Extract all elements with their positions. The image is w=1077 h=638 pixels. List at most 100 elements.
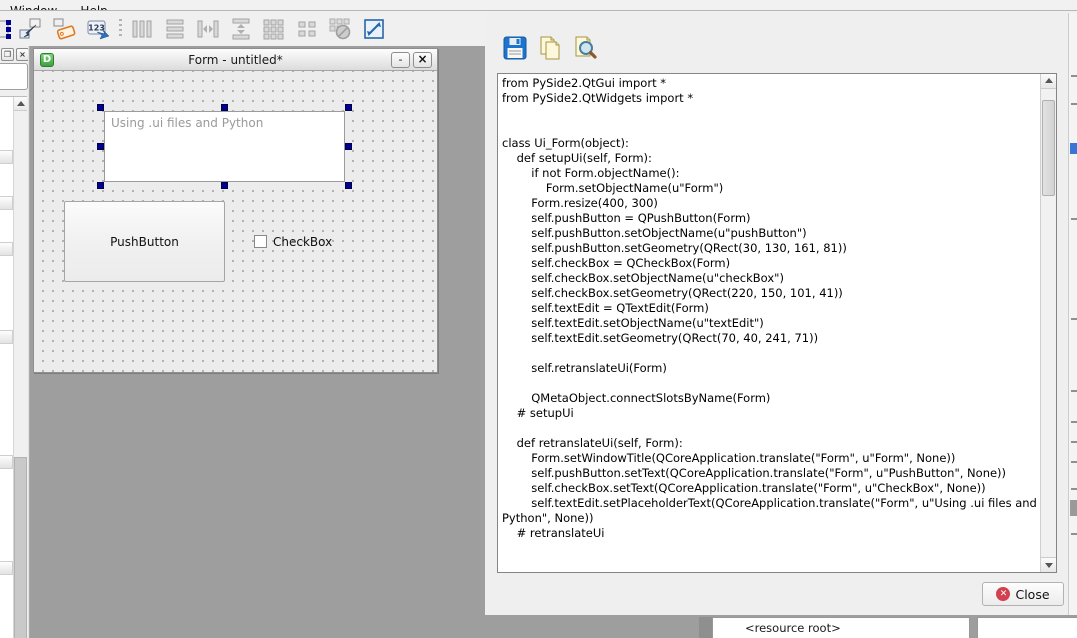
dialog-toolbar (502, 35, 598, 61)
widget-category-row[interactable] (0, 150, 13, 164)
svg-text:123: 123 (88, 24, 105, 33)
checkbox-indicator[interactable] (254, 235, 267, 248)
designer-form-icon: D (40, 53, 54, 67)
widget-box-scrollbar[interactable] (13, 97, 27, 638)
code-line: self.retranslateUi(Form) (502, 361, 1039, 376)
checkbox-label: CheckBox (273, 235, 332, 249)
widget-box-list[interactable] (0, 96, 27, 638)
code-line: class Ui_Form(object): (502, 136, 1039, 151)
toolbar-separator (119, 19, 122, 39)
widget-category-row[interactable] (0, 455, 13, 469)
code-line: self.pushButton.setText(QCoreApplication… (502, 466, 1039, 481)
code-content: from PySide2.QtGui import *from PySide2.… (498, 74, 1040, 572)
form-canvas[interactable]: Using .ui files and Python PushButton Ch… (34, 71, 437, 372)
qt-designer-screen: Window Help (0, 0, 1077, 638)
scroll-up-icon[interactable] (1041, 74, 1056, 89)
edit-tab-order-icon[interactable]: 123 (86, 17, 110, 41)
code-line: self.textEdit = QTextEdit(Form) (502, 301, 1039, 316)
textedit-placeholder: Using .ui files and Python (105, 112, 344, 134)
layout-horizontally-icon[interactable] (130, 17, 154, 41)
widget-category-row[interactable] (0, 561, 13, 575)
close-button-label: Close (1015, 587, 1049, 602)
widget-category-row[interactable] (0, 196, 13, 210)
resource-browser-list[interactable]: <resource root> (712, 617, 970, 638)
code-line: def setupUi(self, Form): (502, 151, 1039, 166)
selected-row-sliver (1070, 143, 1077, 154)
form-editor-window: D Form - untitled* - × Using .ui files a… (33, 48, 438, 373)
code-line: self.pushButton.setObjectName(u"pushButt… (502, 226, 1039, 241)
layout-vertically-icon[interactable] (163, 17, 187, 41)
dock-splitter[interactable] (28, 46, 30, 638)
edit-buddies-icon[interactable] (52, 17, 76, 41)
right-edge-panel (1068, 13, 1077, 615)
close-dialog-button[interactable]: ✕ Close (982, 582, 1064, 606)
layout-horizontally-in-splitter-icon[interactable] (196, 17, 220, 41)
code-view[interactable]: from PySide2.QtGui import *from PySide2.… (497, 73, 1057, 573)
form-window-titlebar[interactable]: D Form - untitled* - × (34, 49, 437, 71)
layout-in-grid-icon[interactable] (262, 17, 286, 41)
menu-bar: Window Help (0, 0, 1077, 11)
code-line (502, 106, 1039, 121)
layout-vertically-in-splitter-icon[interactable] (229, 17, 253, 41)
resource-splitter[interactable] (699, 617, 712, 638)
code-line: # retranslateUi (502, 526, 1039, 541)
widget-box-panel: ❐ × (0, 46, 30, 638)
code-line (502, 421, 1039, 436)
widget-category-row[interactable] (0, 330, 13, 344)
code-line: QMetaObject.connectSlotsByName(Form) (502, 391, 1039, 406)
dock-float-icon[interactable]: ❐ (1, 48, 14, 61)
widget-filter-input[interactable] (0, 63, 28, 90)
code-line: self.pushButton.setGeometry(QRect(30, 13… (502, 241, 1039, 256)
code-line (502, 346, 1039, 361)
code-line: # setupUi (502, 406, 1039, 421)
close-circle-icon: ✕ (996, 587, 1010, 601)
scrollbar-thumb[interactable] (1042, 100, 1055, 196)
resource-root-item[interactable]: <resource root> (713, 618, 969, 635)
scroll-down-icon[interactable] (1041, 557, 1056, 572)
code-line: if not Form.objectName(): (502, 166, 1039, 181)
code-scrollbar[interactable] (1040, 74, 1056, 572)
code-line: self.checkBox.setObjectName(u"checkBox") (502, 271, 1039, 286)
code-line: self.pushButton = QPushButton(Form) (502, 211, 1039, 226)
code-line: Form.setObjectName(u"Form") (502, 181, 1039, 196)
code-line: self.checkBox.setGeometry(QRect(220, 150… (502, 286, 1039, 301)
edit-widgets-icon[interactable] (0, 17, 13, 41)
minimize-button[interactable]: - (391, 52, 410, 68)
code-line: self.textEdit.setGeometry(QRect(70, 40, … (502, 331, 1039, 346)
break-layout-icon[interactable] (328, 17, 352, 41)
checkbox-widget[interactable]: CheckBox (254, 221, 355, 262)
code-line: Form.resize(400, 300) (502, 196, 1039, 211)
form-window-title: Form - untitled* (34, 53, 437, 67)
resize-handle[interactable] (97, 143, 104, 150)
edit-signals-slots-icon[interactable] (18, 17, 42, 41)
code-line (502, 121, 1039, 136)
layout-in-form-icon[interactable] (295, 17, 319, 41)
resize-handle[interactable] (345, 104, 352, 111)
textedit-widget[interactable]: Using .ui files and Python (104, 111, 345, 182)
adjust-size-icon[interactable] (362, 17, 386, 41)
code-line: def retranslateUi(self, Form): (502, 436, 1039, 451)
resize-handle[interactable] (97, 104, 104, 111)
code-line: Form.setWindowTitle(QCoreApplication.tra… (502, 451, 1039, 466)
resize-handle[interactable] (221, 104, 228, 111)
code-line: from PySide2.QtGui import * (502, 76, 1039, 91)
resize-handle[interactable] (345, 143, 352, 150)
copy-icon[interactable] (537, 35, 563, 61)
menu-help[interactable]: Help (80, 4, 107, 11)
code-preview-dialog: from PySide2.QtGui import *from PySide2.… (485, 13, 1068, 615)
code-line: self.textEdit.setPlaceholderText(QCoreAp… (502, 496, 1039, 526)
code-line: self.checkBox.setText(QCoreApplication.t… (502, 481, 1039, 496)
save-icon[interactable] (502, 35, 528, 61)
resize-handle[interactable] (221, 182, 228, 189)
scroll-up-icon[interactable] (14, 97, 27, 111)
resize-handle[interactable] (97, 182, 104, 189)
scrollbar-thumb[interactable] (14, 457, 27, 638)
code-line: from PySide2.QtWidgets import * (502, 91, 1039, 106)
find-icon[interactable] (572, 35, 598, 61)
resize-handle[interactable] (345, 182, 352, 189)
pushbutton-widget[interactable]: PushButton (64, 201, 225, 282)
menu-window[interactable]: Window (10, 4, 57, 11)
widget-category-row[interactable] (0, 242, 13, 256)
close-button[interactable]: × (413, 52, 432, 68)
resource-preview-pane (977, 617, 1077, 638)
